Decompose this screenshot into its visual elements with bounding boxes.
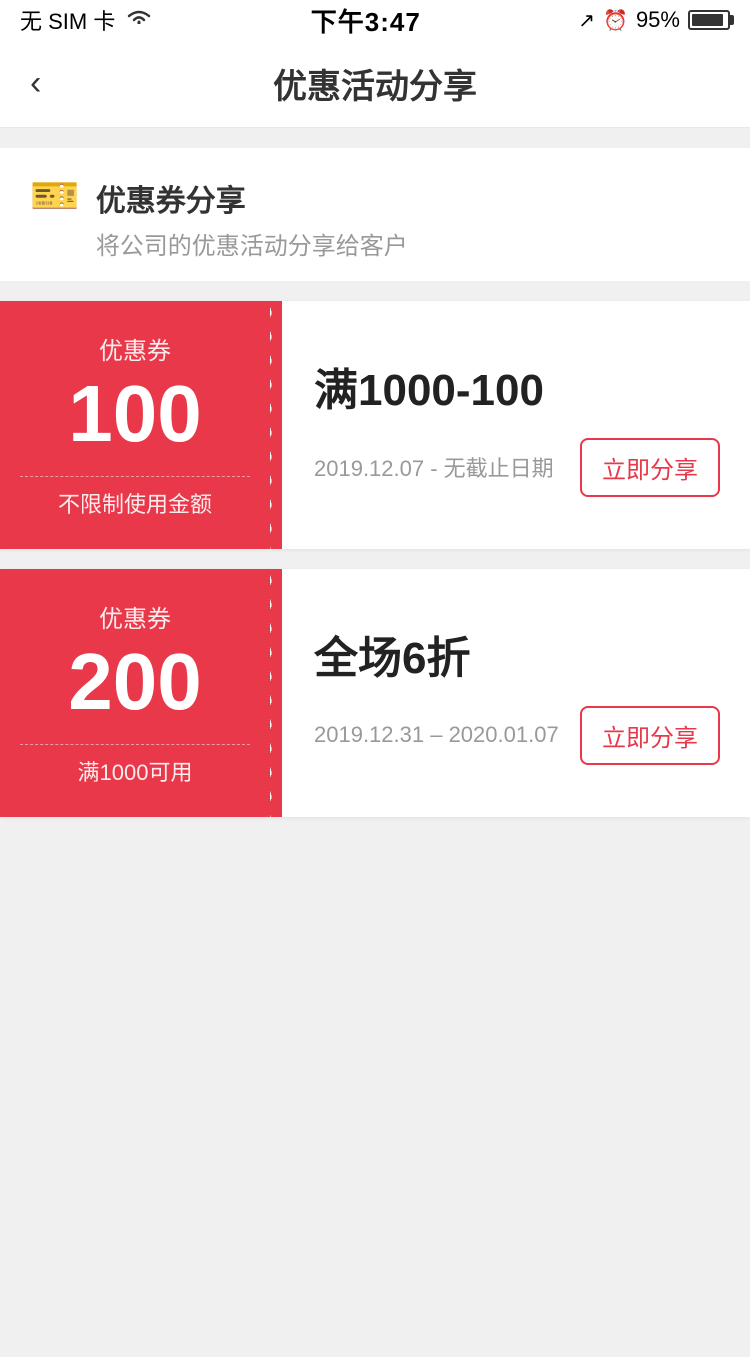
status-bar: 无 SIM 卡 下午3:47 ↗ ⏰ 95%	[0, 0, 750, 40]
coupon-share-button-2[interactable]: 立即分享	[580, 706, 720, 765]
status-left: 无 SIM 卡	[20, 4, 153, 36]
coupon-card-2: 优惠券 200 满1000可用 全场6折 2019.12.31 – 2020.0…	[0, 569, 750, 817]
back-button[interactable]: ‹	[30, 64, 41, 103]
page-title: 优惠活动分享	[273, 59, 477, 108]
coupon-meta-1: 2019.12.07 - 无截止日期 立即分享	[314, 438, 720, 497]
location-icon: ↗	[578, 8, 595, 33]
coupon-share-icon: 🎫	[30, 176, 80, 216]
coupon-right-1: 满1000-100 2019.12.07 - 无截止日期 立即分享	[270, 301, 750, 549]
status-right: ↗ ⏰ 95%	[578, 7, 730, 33]
alarm-icon: ⏰	[603, 8, 628, 33]
coupon-list: 优惠券 100 不限制使用金额 满1000-100 2019.12.07 - 无…	[0, 281, 750, 857]
coupon-right-2: 全场6折 2019.12.31 – 2020.01.07 立即分享	[270, 569, 750, 817]
section-header: 🎫 优惠券分享 将公司的优惠活动分享给客户	[0, 148, 750, 281]
section-subtitle: 将公司的优惠活动分享给客户	[96, 226, 408, 261]
bottom-area	[0, 857, 750, 1357]
coupon-divider-1	[20, 476, 250, 477]
status-time: 下午3:47	[311, 2, 421, 39]
coupon-meta-2: 2019.12.31 – 2020.01.07 立即分享	[314, 706, 720, 765]
coupon-label-2: 优惠券	[99, 599, 171, 634]
coupon-date-2: 2019.12.31 – 2020.01.07	[314, 722, 564, 748]
nav-bar: ‹ 优惠活动分享	[0, 40, 750, 128]
coupon-label-1: 优惠券	[99, 331, 171, 366]
section-title: 优惠券分享	[96, 176, 408, 220]
coupon-condition-2: 满1000可用	[78, 755, 193, 787]
carrier-text: 无 SIM 卡	[20, 4, 115, 36]
coupon-share-button-1[interactable]: 立即分享	[580, 438, 720, 497]
coupon-card-1: 优惠券 100 不限制使用金额 满1000-100 2019.12.07 - 无…	[0, 301, 750, 549]
coupon-amount-2: 200	[68, 642, 201, 722]
coupon-date-1: 2019.12.07 - 无截止日期	[314, 451, 564, 483]
battery-icon	[688, 10, 730, 30]
coupon-name-1: 满1000-100	[314, 354, 720, 418]
section-text: 优惠券分享 将公司的优惠活动分享给客户	[96, 176, 408, 261]
coupon-amount-1: 100	[68, 374, 201, 454]
coupon-left-2: 优惠券 200 满1000可用	[0, 569, 270, 817]
wifi-icon	[125, 6, 153, 34]
coupon-divider-2	[20, 744, 250, 745]
coupon-name-2: 全场6折	[314, 622, 720, 686]
coupon-condition-1: 不限制使用金额	[58, 487, 212, 519]
battery-percent: 95%	[636, 7, 680, 33]
coupon-left-1: 优惠券 100 不限制使用金额	[0, 301, 270, 549]
